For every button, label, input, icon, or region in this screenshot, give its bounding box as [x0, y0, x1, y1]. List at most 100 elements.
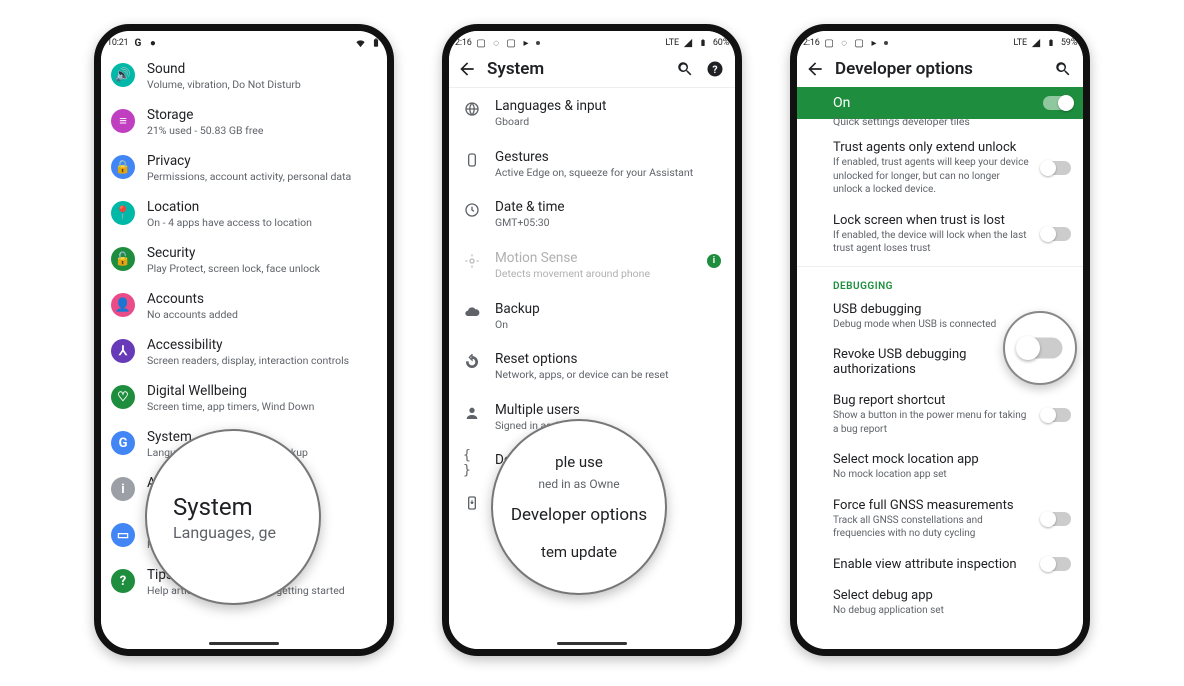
fragment-text: ple use [555, 453, 603, 471]
system-row-motion[interactable]: Motion Sense Detects movement around pho… [449, 240, 735, 291]
help-icon: ? [111, 569, 135, 593]
on-label: On [833, 95, 850, 111]
app-icon: ▢ [476, 38, 487, 49]
usb-debugging-switch-zoom[interactable] [1018, 338, 1063, 359]
magnifier-subtitle: Languages, ge [173, 523, 319, 542]
section-header: DEBUGGING [797, 269, 1083, 294]
row-subtitle: 21% used - 50.83 GB free [147, 124, 263, 137]
row-title: Trust agents only extend unlock [833, 140, 1029, 155]
magnifier [1003, 311, 1077, 385]
row-subtitle: Gboard [495, 115, 606, 129]
google-icon: G [132, 38, 143, 49]
search-button[interactable] [675, 59, 695, 79]
row-title: Force full GNSS measurements [833, 498, 1029, 513]
system-row-gestures[interactable]: Gestures Active Edge on, squeeze for you… [449, 139, 735, 190]
row-title: Accounts [147, 291, 238, 307]
row-subtitle: On [495, 318, 540, 332]
braces-icon: { } [463, 454, 481, 472]
settings-row-a11y[interactable]: ⅄ Accessibility Screen readers, display,… [101, 329, 387, 375]
row-subtitle: Permissions, account activity, personal … [147, 170, 351, 183]
info-badge[interactable]: i [707, 254, 721, 268]
phone-2: 2:16 ▢ ◌ ▢ ▸ LTE 60% Sys [442, 24, 742, 656]
status-time: 10:21 [107, 38, 128, 48]
google-icon: G [111, 431, 135, 455]
system-row-clock[interactable]: Date & time GMT+05:30 [449, 189, 735, 240]
row-subtitle: If enabled, the device will lock when th… [833, 229, 1029, 256]
storage-icon: ≡ [111, 109, 135, 133]
app-icon: ▢ [854, 38, 865, 49]
settings-row-storage[interactable]: ≡ Storage 21% used - 50.83 GB free [101, 99, 387, 145]
row-title: Security [147, 245, 320, 261]
back-button[interactable] [805, 59, 825, 79]
status-dot-icon: ● [147, 38, 158, 49]
nav-handle[interactable] [209, 642, 279, 645]
row-title: USB debugging [833, 302, 1029, 317]
toggle-switch[interactable] [1041, 227, 1071, 241]
nav-handle[interactable] [557, 642, 627, 645]
battery-percent: 59% [1061, 38, 1077, 48]
accounts-icon: 👤 [111, 293, 135, 317]
security-icon: 🔓 [111, 247, 135, 271]
row-subtitle: Volume, vibration, Do Not Disturb [147, 78, 301, 91]
settings-row-wellbeing[interactable]: ♡ Digital Wellbeing Screen time, app tim… [101, 375, 387, 421]
master-switch[interactable] [1043, 96, 1073, 110]
toggle-switch[interactable] [1041, 512, 1071, 526]
dev-row[interactable]: Select mock location app No mock locatio… [797, 444, 1083, 490]
system-row-reset[interactable]: Reset options Network, apps, or device c… [449, 341, 735, 392]
phone-2-screen: 2:16 ▢ ◌ ▢ ▸ LTE 60% Sys [449, 31, 735, 649]
toggle-switch[interactable] [1041, 408, 1071, 422]
wellbeing-icon: ♡ [111, 385, 135, 409]
signal-icon [1031, 38, 1042, 49]
toggle-switch[interactable] [1041, 557, 1071, 571]
row-title: Languages & input [495, 98, 606, 114]
settings-row-location[interactable]: 📍 Location On - 4 apps have access to lo… [101, 191, 387, 237]
update-icon [463, 494, 481, 512]
back-button[interactable] [457, 59, 477, 79]
clock-icon [463, 201, 481, 219]
app-icon: ▢ [506, 38, 517, 49]
dev-row[interactable]: Enable view attribute inspection [797, 549, 1083, 580]
row-title: Gestures [495, 149, 693, 165]
dev-row[interactable]: Select debug app No debug application se… [797, 580, 1083, 626]
toggle-switch[interactable] [1041, 161, 1071, 175]
row-title: Multiple users [495, 402, 584, 418]
row-subtitle: GMT+05:30 [495, 216, 565, 230]
row-subtitle: On - 4 apps have access to location [147, 216, 312, 229]
row-title: Select mock location app [833, 452, 1029, 467]
row-subtitle: Play Protect, screen lock, face unlock [147, 262, 320, 275]
dev-row[interactable]: Lock screen when trust is lost If enable… [797, 205, 1083, 264]
row-title: Storage [147, 107, 263, 123]
row-title: Motion Sense [495, 250, 650, 266]
settings-row-sound[interactable]: 🔊 Sound Volume, vibration, Do Not Distur… [101, 53, 387, 99]
dev-row[interactable]: Bug report shortcut Show a button in the… [797, 385, 1083, 444]
svg-text:?: ? [712, 63, 717, 76]
settings-row-security[interactable]: 🔓 Security Play Protect, screen lock, fa… [101, 237, 387, 283]
settings-row-accounts[interactable]: 👤 Accounts No accounts added [101, 283, 387, 329]
magnifier: ple use ned in as Owne Developer options… [491, 419, 667, 595]
page-title: System [487, 59, 665, 79]
magnifier-title: System [173, 493, 319, 521]
phone-1: 10:21 G ● 🔊 Sound Volume, vibration, Do … [94, 24, 394, 656]
search-button[interactable] [1053, 59, 1073, 79]
row-subtitle: Screen time, app timers, Wind Down [147, 400, 314, 413]
system-row-cloud[interactable]: Backup On [449, 291, 735, 342]
row-title: Enable view attribute inspection [833, 557, 1029, 572]
gestures-icon [463, 151, 481, 169]
row-title: Accessibility [147, 337, 349, 353]
reset-icon [463, 353, 481, 371]
row-title: Bug report shortcut [833, 393, 1029, 408]
row-subtitle: Debug mode when USB is connected [833, 318, 1029, 332]
dev-row[interactable]: Trust agents only extend unlock If enabl… [797, 132, 1083, 205]
battery-icon [1046, 38, 1057, 49]
page-title: Developer options [835, 59, 1043, 79]
row-subtitle: Active Edge on, squeeze for your Assista… [495, 166, 693, 180]
help-button[interactable]: ? [705, 59, 725, 79]
system-row-globe[interactable]: Languages & input Gboard [449, 88, 735, 139]
motion-icon [463, 252, 481, 270]
settings-row-privacy[interactable]: 🔒 Privacy Permissions, account activity,… [101, 145, 387, 191]
dev-row[interactable]: Force full GNSS measurements Track all G… [797, 490, 1083, 549]
location-icon: 📍 [111, 201, 135, 225]
phone-1-screen: 10:21 G ● 🔊 Sound Volume, vibration, Do … [101, 31, 387, 649]
divider [797, 266, 1083, 267]
battery-icon [370, 38, 381, 49]
